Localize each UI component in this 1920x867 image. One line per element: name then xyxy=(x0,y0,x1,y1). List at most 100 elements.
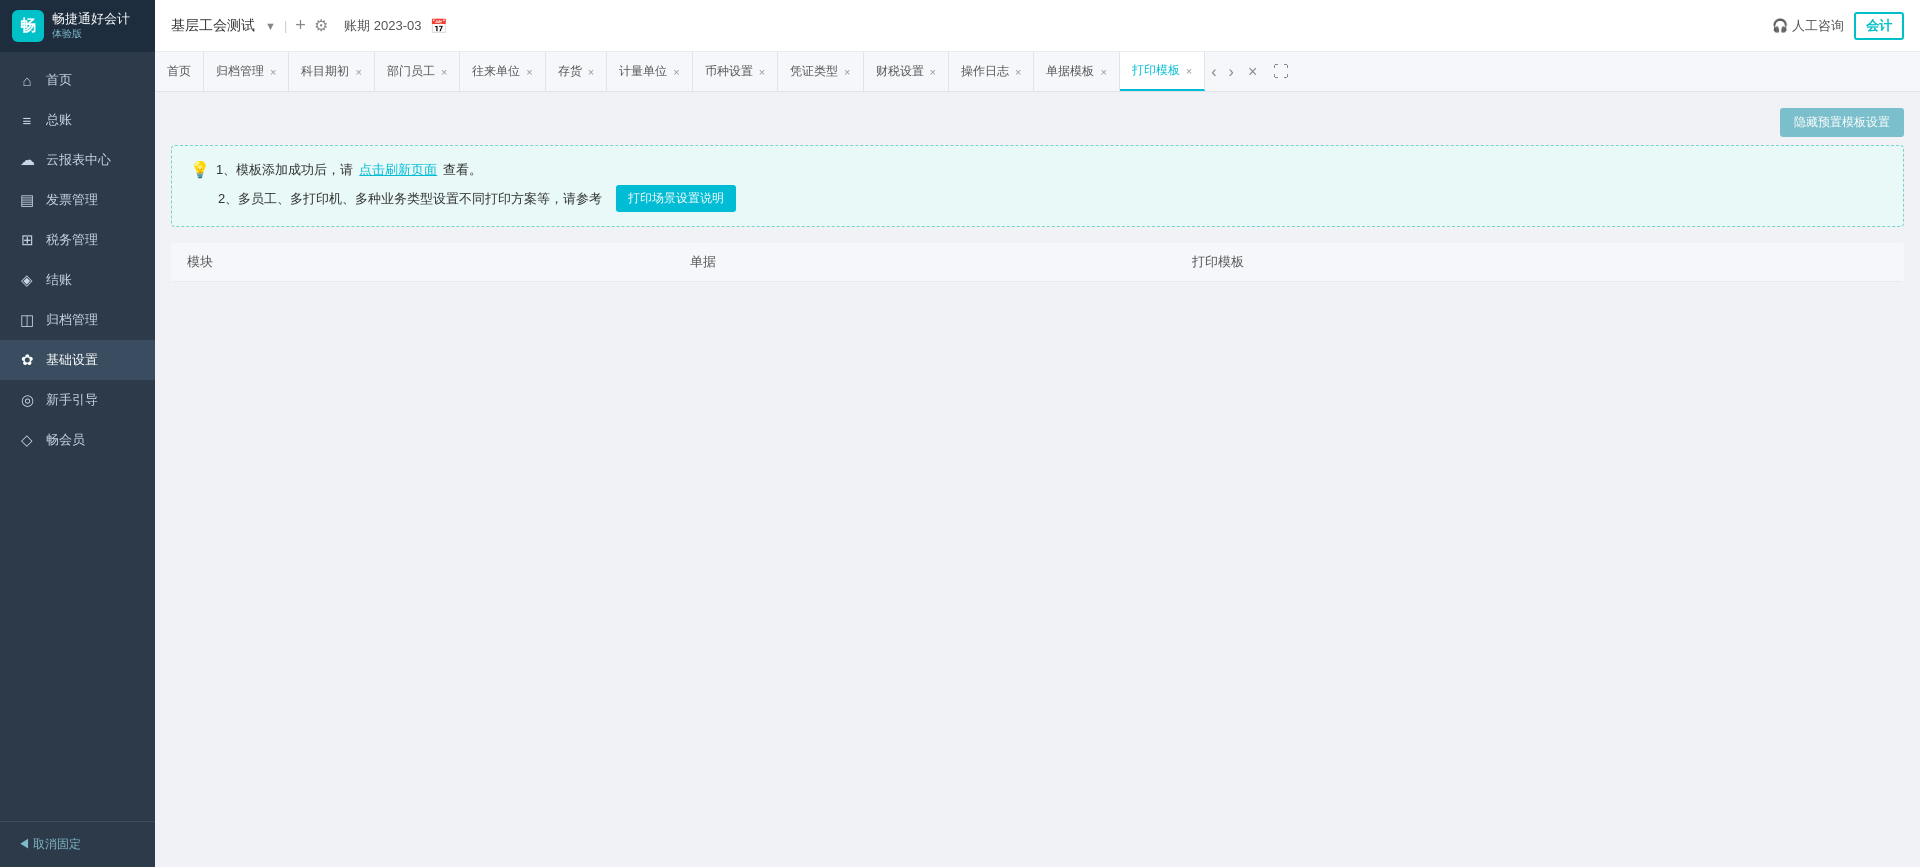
add-tab-icon[interactable]: + xyxy=(295,15,306,36)
tab-operation-log-close[interactable]: × xyxy=(1015,66,1021,78)
invoice-icon: ▤ xyxy=(18,191,36,209)
tab-department-close[interactable]: × xyxy=(441,66,447,78)
kuaiji-label: 会计 xyxy=(1866,18,1892,33)
tab-subject[interactable]: 科目期初 × xyxy=(289,52,374,91)
tab-close-all-button[interactable]: × xyxy=(1240,52,1265,91)
tab-archive[interactable]: 归档管理 × xyxy=(204,52,289,91)
topbar-divider: | xyxy=(284,18,287,33)
sidebar-item-label: 基础设置 xyxy=(46,351,98,369)
sidebar-item-label: 总账 xyxy=(46,111,72,129)
tab-unit-label: 计量单位 xyxy=(619,63,667,80)
sidebar-nav: ⌂ 首页 ≡ 总账 ☁ 云报表中心 ▤ 发票管理 ⊞ 税务管理 ◈ 结账 ◫ 归… xyxy=(0,52,155,821)
company-selector[interactable]: 基层工会测试 ▼ xyxy=(171,17,276,35)
content-area: 隐藏预置模板设置 💡 1、模板添加成功后，请 点击刷新页面 查看。 2、多员工、… xyxy=(155,92,1920,867)
tab-print-template[interactable]: 打印模板 × xyxy=(1120,52,1205,91)
headset-icon: 🎧 xyxy=(1772,18,1788,33)
sidebar-item-label: 新手引导 xyxy=(46,391,98,409)
tab-partner-close[interactable]: × xyxy=(526,66,532,78)
logo-sub: 体验版 xyxy=(52,27,130,41)
tab-archive-label: 归档管理 xyxy=(216,63,264,80)
tab-prev-button[interactable]: ‹ xyxy=(1205,52,1222,91)
template-table: 模块 单据 打印模板 xyxy=(171,243,1904,282)
tab-expand-button[interactable]: ⛶ xyxy=(1265,52,1297,91)
tab-currency-close[interactable]: × xyxy=(759,66,765,78)
col-document: 单据 xyxy=(674,243,1177,282)
tab-home[interactable]: 首页 xyxy=(155,52,204,91)
period-selector[interactable]: 账期 2023-03 📅 xyxy=(344,17,447,35)
member-icon: ◇ xyxy=(18,431,36,449)
tab-partner-label: 往来单位 xyxy=(472,63,520,80)
sidebar-item-reports[interactable]: ☁ 云报表中心 xyxy=(0,140,155,180)
col-print-template: 打印模板 xyxy=(1176,243,1904,282)
bulb-icon: 💡 xyxy=(190,160,210,179)
main: 基层工会测试 ▼ | + ⚙ 账期 2023-03 📅 🎧 人工咨询 会计 首页… xyxy=(155,0,1920,867)
tab-inventory-label: 存货 xyxy=(558,63,582,80)
tab-currency-label: 币种设置 xyxy=(705,63,753,80)
sidebar-item-settings[interactable]: ✿ 基础设置 xyxy=(0,340,155,380)
tab-home-label: 首页 xyxy=(167,63,191,80)
tab-print-template-close[interactable]: × xyxy=(1186,65,1192,77)
info-line1-prefix: 1、模板添加成功后，请 xyxy=(216,161,353,179)
tab-single-template[interactable]: 单据模板 × xyxy=(1034,52,1119,91)
sidebar-item-ledger[interactable]: ≡ 总账 xyxy=(0,100,155,140)
service-button[interactable]: 🎧 人工咨询 xyxy=(1772,17,1844,35)
archive-icon: ◫ xyxy=(18,311,36,329)
tab-inventory-close[interactable]: × xyxy=(588,66,594,78)
tab-single-template-close[interactable]: × xyxy=(1100,66,1106,78)
tab-voucher-type-close[interactable]: × xyxy=(844,66,850,78)
settings-tab-icon[interactable]: ⚙ xyxy=(314,16,328,35)
sidebar-logo: 畅 畅捷通好会计 体验版 xyxy=(0,0,155,52)
tab-tax-settings[interactable]: 财税设置 × xyxy=(864,52,949,91)
sidebar-item-label: 税务管理 xyxy=(46,231,98,249)
tab-subject-close[interactable]: × xyxy=(355,66,361,78)
tab-voucher-type-label: 凭证类型 xyxy=(790,63,838,80)
sidebar-item-member[interactable]: ◇ 畅会员 xyxy=(0,420,155,460)
sidebar-item-label: 首页 xyxy=(46,71,72,89)
info-box: 💡 1、模板添加成功后，请 点击刷新页面 查看。 2、多员工、多打印机、多种业务… xyxy=(171,145,1904,227)
tab-next-button[interactable]: › xyxy=(1223,52,1240,91)
sidebar-item-label: 畅会员 xyxy=(46,431,85,449)
period-value: 2023-03 xyxy=(374,18,422,33)
sidebar-item-invoice[interactable]: ▤ 发票管理 xyxy=(0,180,155,220)
kuaiji-button[interactable]: 会计 xyxy=(1854,12,1904,40)
sidebar-item-label: 发票管理 xyxy=(46,191,98,209)
tab-tax-settings-close[interactable]: × xyxy=(930,66,936,78)
refresh-link[interactable]: 点击刷新页面 xyxy=(359,161,437,179)
tax-icon: ⊞ xyxy=(18,231,36,249)
sidebar-item-tax[interactable]: ⊞ 税务管理 xyxy=(0,220,155,260)
tab-department[interactable]: 部门员工 × xyxy=(375,52,460,91)
tab-subject-label: 科目期初 xyxy=(301,63,349,80)
sidebar-item-guide[interactable]: ◎ 新手引导 xyxy=(0,380,155,420)
sidebar-item-label: 归档管理 xyxy=(46,311,98,329)
tab-unit[interactable]: 计量单位 × xyxy=(607,52,692,91)
company-dropdown-icon: ▼ xyxy=(265,20,276,32)
cloud-icon: ☁ xyxy=(18,151,36,169)
sidebar-item-label: 云报表中心 xyxy=(46,151,111,169)
tab-currency[interactable]: 币种设置 × xyxy=(693,52,778,91)
tab-voucher-type[interactable]: 凭证类型 × xyxy=(778,52,863,91)
cancel-fixed-button[interactable]: ◀ 取消固定 xyxy=(0,821,155,867)
tabbar: 首页 归档管理 × 科目期初 × 部门员工 × 往来单位 × 存货 × 计量单位… xyxy=(155,52,1920,92)
tab-print-template-label: 打印模板 xyxy=(1132,62,1180,79)
print-explain-button[interactable]: 打印场景设置说明 xyxy=(616,185,736,212)
topbar: 基层工会测试 ▼ | + ⚙ 账期 2023-03 📅 🎧 人工咨询 会计 xyxy=(155,0,1920,52)
tab-operation-log[interactable]: 操作日志 × xyxy=(949,52,1034,91)
tab-inventory[interactable]: 存货 × xyxy=(546,52,607,91)
tab-archive-close[interactable]: × xyxy=(270,66,276,78)
ledger-icon: ≡ xyxy=(18,112,36,129)
col-module: 模块 xyxy=(171,243,674,282)
period-label: 账期 xyxy=(344,17,370,35)
tab-unit-close[interactable]: × xyxy=(673,66,679,78)
service-label: 人工咨询 xyxy=(1792,17,1844,35)
sidebar-item-home[interactable]: ⌂ 首页 xyxy=(0,60,155,100)
topbar-right: 🎧 人工咨询 会计 xyxy=(1772,12,1904,40)
sidebar-item-label: 结账 xyxy=(46,271,72,289)
info-line1-suffix: 查看。 xyxy=(443,161,482,179)
sidebar-item-closing[interactable]: ◈ 结账 xyxy=(0,260,155,300)
tab-tax-settings-label: 财税设置 xyxy=(876,63,924,80)
tab-operation-log-label: 操作日志 xyxy=(961,63,1009,80)
tab-partner[interactable]: 往来单位 × xyxy=(460,52,545,91)
sidebar-item-archive[interactable]: ◫ 归档管理 xyxy=(0,300,155,340)
hide-template-button[interactable]: 隐藏预置模板设置 xyxy=(1780,108,1904,137)
calendar-icon: 📅 xyxy=(430,18,447,34)
